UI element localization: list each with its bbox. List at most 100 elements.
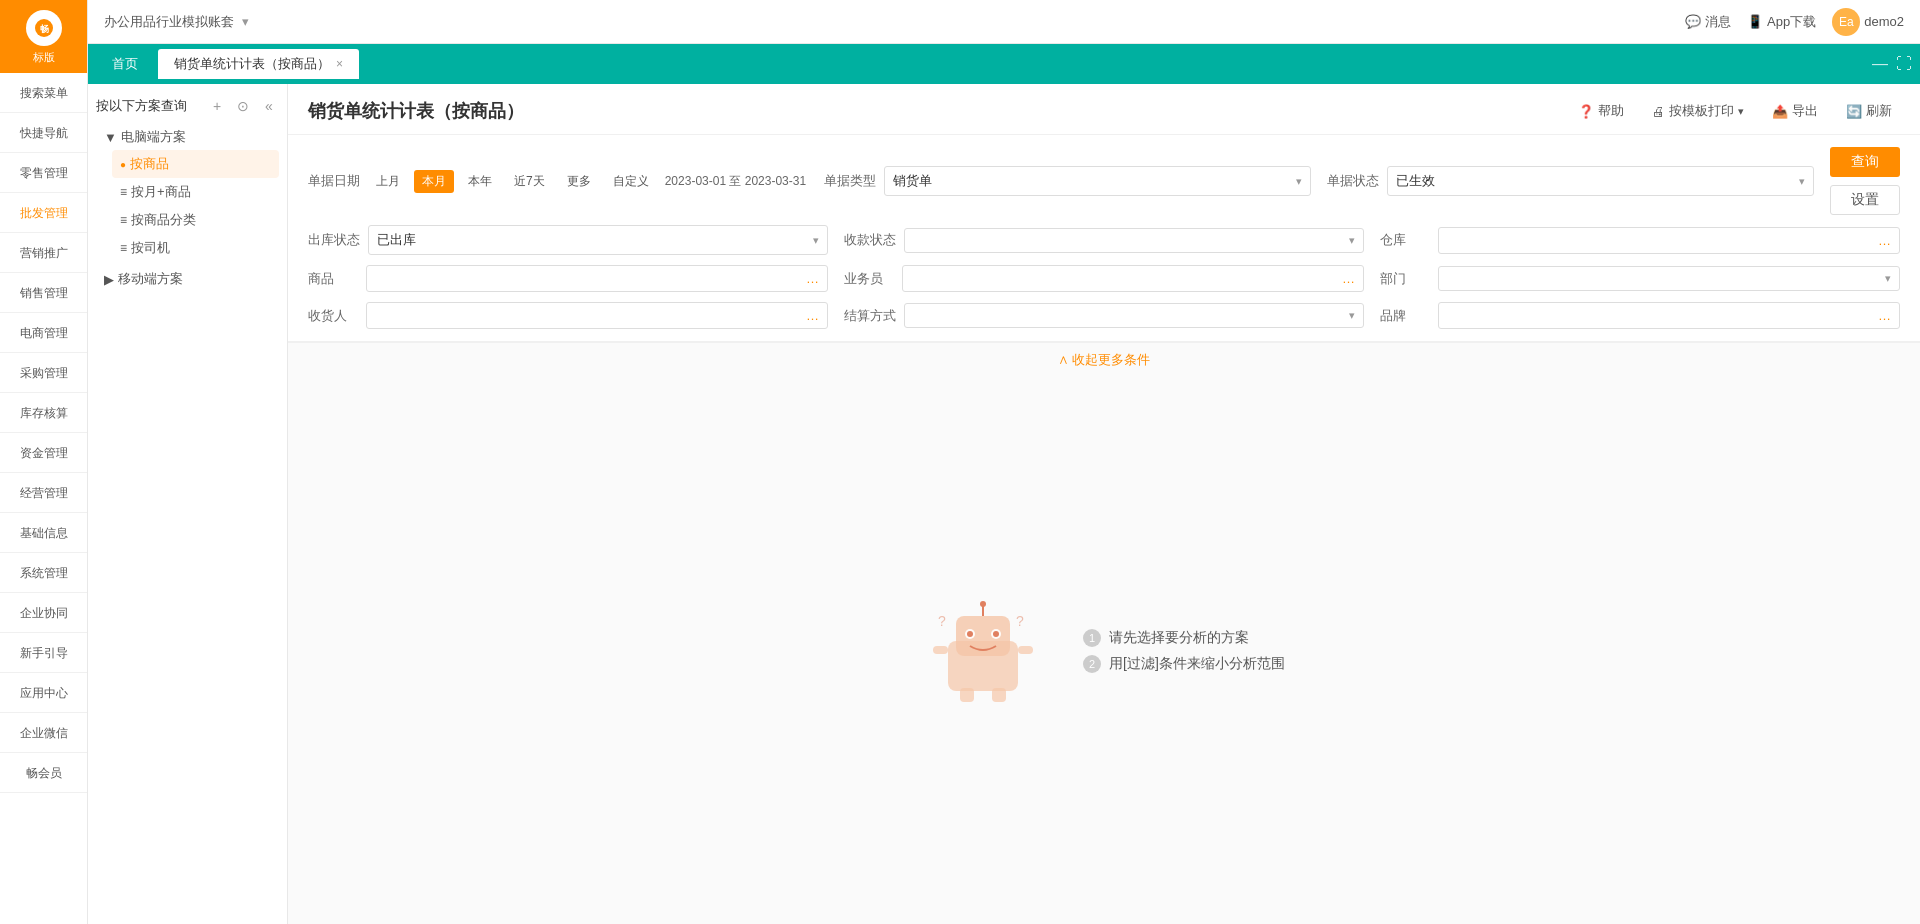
sidebar-item-retail[interactable]: 零售管理 (0, 153, 87, 193)
sidebar-item-wechat[interactable]: 企业微信 (0, 713, 87, 753)
filter-area: 单据日期 上月 本月 本年 近7天 更多 自定义 2023-03-01 至 20… (288, 135, 1920, 342)
receiver-select[interactable]: … (366, 302, 828, 329)
tab-maximize-btn[interactable]: ⛶ (1896, 55, 1912, 73)
sidebar-item-finance[interactable]: 资金管理 (0, 433, 87, 473)
content-area: 按以下方案查询 + ⊙ « ▼ 电脑端方案 ● 按商品 ≡ 按月+商品 (88, 84, 1920, 924)
sidebar-item-ecommerce[interactable]: 电商管理 (0, 313, 87, 353)
sidebar-item-member[interactable]: 畅会员 (0, 753, 87, 793)
date-tab-thismonth[interactable]: 本月 (414, 170, 454, 193)
user-avatar-btn[interactable]: Ea demo2 (1832, 8, 1904, 36)
filter-group-brand: 品牌 … (1380, 302, 1900, 329)
filter-group-doc-type: 单据类型 销货单 ▾ (824, 166, 1311, 196)
reset-btn[interactable]: 设置 (1830, 185, 1900, 215)
industry-dropdown-icon[interactable]: ▾ (242, 14, 249, 29)
tab-close-btn[interactable]: × (336, 58, 343, 70)
add-scheme-btn[interactable]: + (207, 96, 227, 116)
empty-number-2: 2 (1083, 655, 1101, 673)
collapse-icon: ∧ (1058, 352, 1069, 367)
tab-active-label: 销货单统计计表（按商品） (174, 55, 330, 73)
tree-item-by-cashier[interactable]: ≡ 按司机 (112, 234, 279, 262)
sidebar-item-wholesale[interactable]: 批发管理 (0, 193, 87, 233)
collapse-panel-btn[interactable]: « (259, 96, 279, 116)
warehouse2-ellipsis[interactable]: … (1878, 233, 1891, 248)
collapse-more-btn[interactable]: ∧ 收起更多条件 (288, 342, 1920, 377)
logo-text: 标版 (33, 50, 55, 65)
salesman-ellipsis[interactable]: … (1342, 271, 1355, 286)
scheme-settings-btn[interactable]: ⊙ (233, 96, 253, 116)
date-tab-7days[interactable]: 近7天 (506, 170, 553, 193)
tree-item-by-goods-category[interactable]: ≡ 按商品分类 (112, 206, 279, 234)
sidebar-label-purchase: 采购管理 (4, 365, 83, 382)
date-tab-thisyear[interactable]: 本年 (460, 170, 500, 193)
filter-group-settlement: 结算方式 ▾ (844, 303, 1364, 328)
sidebar-item-purchase[interactable]: 采购管理 (0, 353, 87, 393)
dept-select[interactable]: ▾ (1438, 266, 1900, 291)
sidebar-item-search[interactable]: 搜索菜单 (0, 73, 87, 113)
app-download-btn[interactable]: 📱 App下载 (1747, 13, 1816, 31)
collapse-label: 收起更多条件 (1072, 352, 1150, 367)
tree-item-label-by-cashier: 按司机 (131, 239, 170, 257)
industry-label: 办公用品行业模拟账套 (104, 13, 234, 31)
top-bar: 办公用品行业模拟账套 ▾ 💬 消息 📱 App下载 Ea demo2 (88, 0, 1920, 44)
tab-active[interactable]: 销货单统计计表（按商品） × (158, 49, 359, 79)
filter-row-1: 单据日期 上月 本月 本年 近7天 更多 自定义 2023-03-01 至 20… (308, 147, 1900, 215)
warehouse2-label: 仓库 (1380, 231, 1430, 249)
goods-ellipsis[interactable]: … (806, 271, 819, 286)
doc-type-arrow-icon: ▾ (1296, 175, 1302, 188)
svg-point-6 (967, 631, 973, 637)
sidebar-item-operations[interactable]: 经营管理 (0, 473, 87, 513)
help-btn[interactable]: ❓ 帮助 (1570, 98, 1632, 124)
sidebar-label-wholesale: 批发管理 (4, 205, 83, 222)
message-btn[interactable]: 💬 消息 (1685, 13, 1731, 31)
settlement-select[interactable]: ▾ (904, 303, 1364, 328)
salesman-label: 业务员 (844, 270, 894, 288)
sidebar-item-quick[interactable]: 快捷导航 (0, 113, 87, 153)
sidebar-item-appcenter[interactable]: 应用中心 (0, 673, 87, 713)
brand-ellipsis[interactable]: … (1878, 308, 1891, 323)
doc-type-select[interactable]: 销货单 ▾ (884, 166, 1311, 196)
date-range-group: 上月 本月 本年 近7天 更多 自定义 (368, 170, 657, 193)
date-tab-custom[interactable]: 自定义 (605, 170, 657, 193)
app-logo: 畅 标版 (0, 0, 87, 73)
tree-item-icon-by-goods-category: ≡ (120, 213, 127, 227)
tree-item-by-month-goods[interactable]: ≡ 按月+商品 (112, 178, 279, 206)
export-btn[interactable]: 📤 导出 (1764, 98, 1826, 124)
tree-group-pc[interactable]: ▼ 电脑端方案 (96, 124, 279, 150)
sidebar-label-newbie: 新手引导 (4, 645, 83, 662)
goods-label: 商品 (308, 270, 358, 288)
tree-group-mobile[interactable]: ▶ 移动端方案 (96, 266, 279, 292)
sidebar-item-newbie[interactable]: 新手引导 (0, 633, 87, 673)
warehouse-select[interactable]: 已出库 ▾ (368, 225, 828, 255)
dept-arrow-icon: ▾ (1885, 272, 1891, 285)
sidebar-label-appcenter: 应用中心 (4, 685, 83, 702)
salesman-select[interactable]: … (902, 265, 1364, 292)
refresh-icon: 🔄 (1846, 104, 1862, 119)
sidebar-label-quick: 快捷导航 (4, 125, 83, 142)
settlement-label: 结算方式 (844, 307, 896, 325)
sidebar-item-inventory[interactable]: 库存核算 (0, 393, 87, 433)
tab-minimize-btn[interactable]: — (1872, 55, 1888, 73)
date-tab-lastmonth[interactable]: 上月 (368, 170, 408, 193)
sidebar-item-sales[interactable]: 销售管理 (0, 273, 87, 313)
print-btn[interactable]: 🖨 按模板打印 ▾ (1644, 98, 1752, 124)
message-label: 消息 (1705, 13, 1731, 31)
query-btn[interactable]: 查询 (1830, 147, 1900, 177)
doc-type-value: 销货单 (893, 172, 932, 190)
receiver-ellipsis[interactable]: … (806, 308, 819, 323)
doc-status-select[interactable]: 已生效 ▾ (1387, 166, 1814, 196)
tree-item-by-goods[interactable]: ● 按商品 (112, 150, 279, 178)
tab-home[interactable]: 首页 (96, 49, 154, 79)
warehouse2-select[interactable]: … (1438, 227, 1900, 254)
sidebar-item-system[interactable]: 系统管理 (0, 553, 87, 593)
sidebar-item-base[interactable]: 基础信息 (0, 513, 87, 553)
receipt-status-arrow-icon: ▾ (1349, 234, 1355, 247)
receipt-status-select[interactable]: ▾ (904, 228, 1364, 253)
goods-select[interactable]: … (366, 265, 828, 292)
refresh-btn[interactable]: 🔄 刷新 (1838, 98, 1900, 124)
svg-rect-11 (992, 688, 1006, 702)
date-tab-more[interactable]: 更多 (559, 170, 599, 193)
sidebar-item-marketing[interactable]: 营销推广 (0, 233, 87, 273)
empty-number-1: 1 (1083, 629, 1101, 647)
brand-select[interactable]: … (1438, 302, 1900, 329)
sidebar-item-enterprise[interactable]: 企业协同 (0, 593, 87, 633)
